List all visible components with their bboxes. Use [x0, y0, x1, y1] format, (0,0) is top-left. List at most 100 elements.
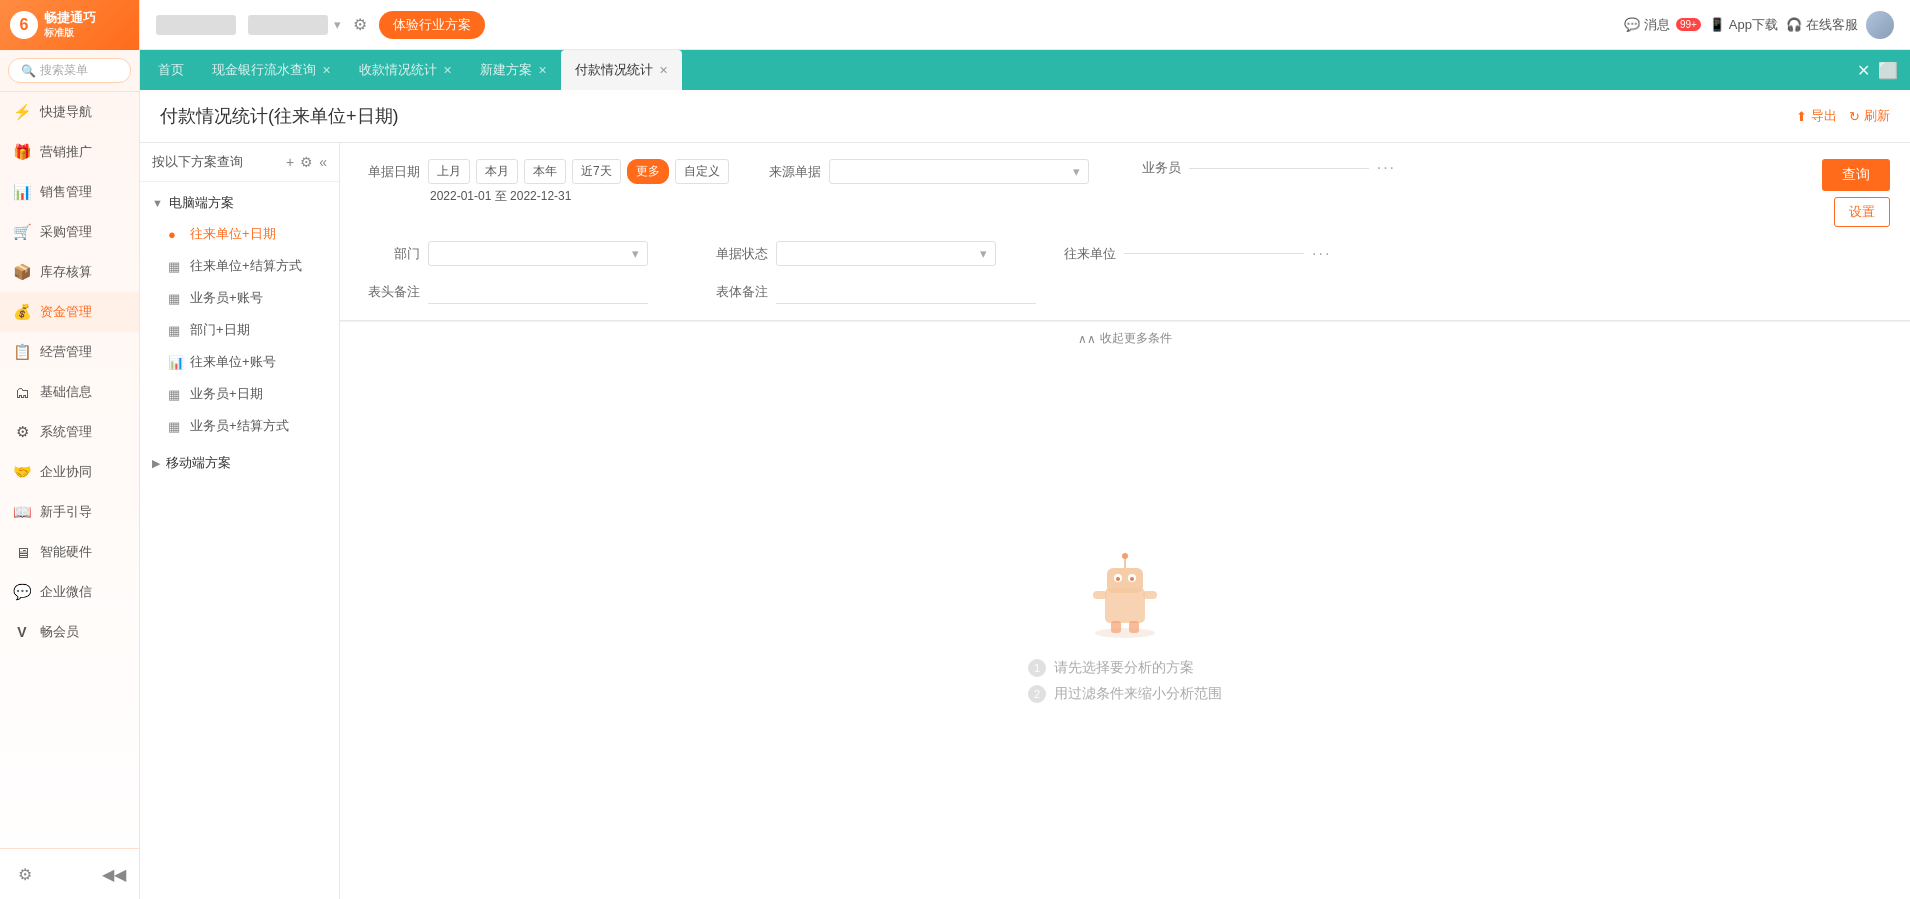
- query-btn[interactable]: 查询: [1822, 159, 1890, 191]
- date-this-month-btn[interactable]: 本月: [476, 159, 518, 184]
- source-select[interactable]: ▾: [829, 159, 1089, 184]
- tab-new-scheme-close[interactable]: ✕: [538, 64, 547, 77]
- scheme-item-partner-date[interactable]: ● 往来单位+日期: [140, 218, 339, 250]
- tab-new-scheme[interactable]: 新建方案 ✕: [466, 50, 561, 90]
- sidebar-item-quicknav[interactable]: ⚡ 快捷导航: [0, 92, 139, 132]
- page-title: 付款情况统计(往来单位+日期): [160, 104, 399, 142]
- sidebar-item-marketing[interactable]: 🎁 营销推广: [0, 132, 139, 172]
- sidebar-item-label: 智能硬件: [40, 543, 92, 561]
- scheme-collapse-btn[interactable]: «: [319, 154, 327, 170]
- content-layout: 按以下方案查询 + ⚙ « ▼ 电脑端方案 ● 往来单位+日期: [140, 143, 1910, 899]
- sidebar-item-sales[interactable]: 📊 销售管理: [0, 172, 139, 212]
- tab-receipts-close[interactable]: ✕: [443, 64, 452, 77]
- collapse-arrow-icon: ∧∧: [1078, 332, 1096, 346]
- search-input-trigger[interactable]: 🔍 搜索菜单: [8, 58, 131, 83]
- sidebar-item-purchase[interactable]: 🛒 采购管理: [0, 212, 139, 252]
- sidebar-item-finance[interactable]: 💰 资金管理: [0, 292, 139, 332]
- notifications-badge: 99+: [1676, 18, 1701, 31]
- collapse-sidebar-btn[interactable]: ◀◀: [99, 859, 129, 889]
- sidebar-item-system[interactable]: ⚙ 系统管理: [0, 412, 139, 452]
- action-col: 查询 设置: [1822, 159, 1890, 227]
- refresh-btn[interactable]: ↻ 刷新: [1849, 107, 1890, 125]
- tab-receipts[interactable]: 收款情况统计 ✕: [345, 50, 466, 90]
- status-dropdown-arrow: ▾: [980, 246, 987, 261]
- app-download-btn[interactable]: 📱 App下载: [1709, 16, 1778, 34]
- desktop-section-label: 电脑端方案: [169, 194, 234, 212]
- svg-rect-10: [1143, 591, 1157, 599]
- operations-icon: 📋: [12, 342, 32, 362]
- date-custom-btn[interactable]: 自定义: [675, 159, 729, 184]
- add-scheme-btn[interactable]: +: [286, 154, 294, 170]
- sidebar-item-operations[interactable]: 📋 经营管理: [0, 332, 139, 372]
- tab-payments[interactable]: 付款情况统计 ✕: [561, 50, 682, 90]
- svg-point-6: [1130, 577, 1134, 581]
- scheme-item-dept-date[interactable]: ▦ 部门+日期: [140, 314, 339, 346]
- sidebar: 6 畅捷通巧 标准版 🔍 搜索菜单 ⚡ 快捷导航 🎁 营销推广 📊 销售管理 🛒…: [0, 0, 140, 899]
- sidebar-item-label: 采购管理: [40, 223, 92, 241]
- sidebar-search-area[interactable]: 🔍 搜索菜单: [0, 50, 139, 92]
- sidebar-item-wechat[interactable]: 💬 企业微信: [0, 572, 139, 612]
- scheme-item-icon: ▦: [168, 259, 184, 274]
- desktop-scheme-section: ▼ 电脑端方案 ● 往来单位+日期 ▦ 往来单位+结算方式 ▦ 业务员+账号: [140, 182, 339, 448]
- breadcrumb-part1: [156, 15, 236, 35]
- topbar-gear-icon[interactable]: ⚙: [353, 15, 367, 34]
- filter-settings-btn[interactable]: 设置: [1834, 197, 1890, 227]
- staff-dots-btn[interactable]: ···: [1377, 159, 1396, 177]
- collapse-label: 收起更多条件: [1100, 330, 1172, 347]
- scheme-item-partner-account[interactable]: 📊 往来单位+账号: [140, 346, 339, 378]
- tab-home[interactable]: 首页: [144, 50, 198, 90]
- sidebar-item-label: 企业协同: [40, 463, 92, 481]
- sidebar-item-hardware[interactable]: 🖥 智能硬件: [0, 532, 139, 572]
- user-avatar[interactable]: [1866, 11, 1894, 39]
- desktop-section-title[interactable]: ▼ 电脑端方案: [140, 188, 339, 218]
- scheme-item-label: 业务员+账号: [190, 289, 263, 307]
- scheme-item-staff-account[interactable]: ▦ 业务员+账号: [140, 282, 339, 314]
- tab-receipts-label: 收款情况统计: [359, 61, 437, 79]
- maximize-tab-btn[interactable]: ⬜: [1878, 61, 1898, 80]
- status-select[interactable]: ▾: [776, 241, 996, 266]
- sidebar-item-label: 新手引导: [40, 503, 92, 521]
- settings-bottom-btn[interactable]: ⚙: [10, 859, 40, 889]
- sidebar-item-inventory[interactable]: 📦 库存核算: [0, 252, 139, 292]
- date-more-btn[interactable]: 更多: [627, 159, 669, 184]
- scheme-query-label: 按以下方案查询: [152, 153, 243, 171]
- tab-cashflow[interactable]: 现金银行流水查询 ✕: [198, 50, 345, 90]
- notifications-btn[interactable]: 💬 消息 99+: [1624, 16, 1701, 34]
- date-label: 单据日期: [360, 159, 420, 181]
- scheme-item-staff-settle[interactable]: ▦ 业务员+结算方式: [140, 410, 339, 442]
- date-7days-btn[interactable]: 近7天: [572, 159, 621, 184]
- sidebar-item-coop[interactable]: 🤝 企业协同: [0, 452, 139, 492]
- scheme-item-staff-date[interactable]: ▦ 业务员+日期: [140, 378, 339, 410]
- tab-cashflow-close[interactable]: ✕: [322, 64, 331, 77]
- wechat-icon: 💬: [12, 582, 32, 602]
- sidebar-item-member[interactable]: V 畅会员: [0, 612, 139, 652]
- breadcrumb: ▾: [156, 15, 341, 35]
- partner-dots-btn[interactable]: ···: [1312, 245, 1331, 263]
- scheme-item-partner-settle[interactable]: ▦ 往来单位+结算方式: [140, 250, 339, 282]
- filter-area: 单据日期 上月 本月 本年 近7天 更多 自定义 20: [340, 143, 1910, 321]
- scheme-item-label: 业务员+日期: [190, 385, 263, 403]
- industry-btn[interactable]: 体验行业方案: [379, 11, 485, 39]
- empty-state: 1 请先选择要分析的方案 2 用过滤条件来缩小分析范围: [340, 355, 1910, 899]
- hardware-icon: 🖥: [12, 542, 32, 562]
- date-last-month-btn[interactable]: 上月: [428, 159, 470, 184]
- collapse-more-btn[interactable]: ∧∧ 收起更多条件: [340, 321, 1910, 355]
- dept-select[interactable]: ▾: [428, 241, 648, 266]
- sidebar-menu: ⚡ 快捷导航 🎁 营销推广 📊 销售管理 🛒 采购管理 📦 库存核算 💰 资金管…: [0, 92, 139, 848]
- empty-hint-1: 1 请先选择要分析的方案: [1028, 659, 1222, 677]
- sidebar-bottom: ⚙ ◀◀: [0, 848, 139, 899]
- scheme-settings-btn[interactable]: ⚙: [300, 154, 313, 170]
- sidebar-item-guide[interactable]: 📖 新手引导: [0, 492, 139, 532]
- breadcrumb-dropdown[interactable]: ▾: [334, 17, 341, 32]
- sidebar-item-basic[interactable]: 🗂 基础信息: [0, 372, 139, 412]
- page-header: 付款情况统计(往来单位+日期) ⬆ 导出 ↻ 刷新: [140, 90, 1910, 143]
- svg-rect-1: [1105, 588, 1145, 623]
- close-tab-btn[interactable]: ✕: [1857, 61, 1870, 80]
- mobile-section-title[interactable]: ▶ 移动端方案: [140, 448, 339, 478]
- tab-payments-close[interactable]: ✕: [659, 64, 668, 77]
- date-this-year-btn[interactable]: 本年: [524, 159, 566, 184]
- tabs-bar: 首页 现金银行流水查询 ✕ 收款情况统计 ✕ 新建方案 ✕ 付款情况统计 ✕ ✕…: [140, 50, 1910, 90]
- export-btn[interactable]: ⬆ 导出: [1796, 107, 1837, 125]
- filter-panel: 单据日期 上月 本月 本年 近7天 更多 自定义 20: [340, 143, 1910, 899]
- online-service-btn[interactable]: 🎧 在线客服: [1786, 16, 1858, 34]
